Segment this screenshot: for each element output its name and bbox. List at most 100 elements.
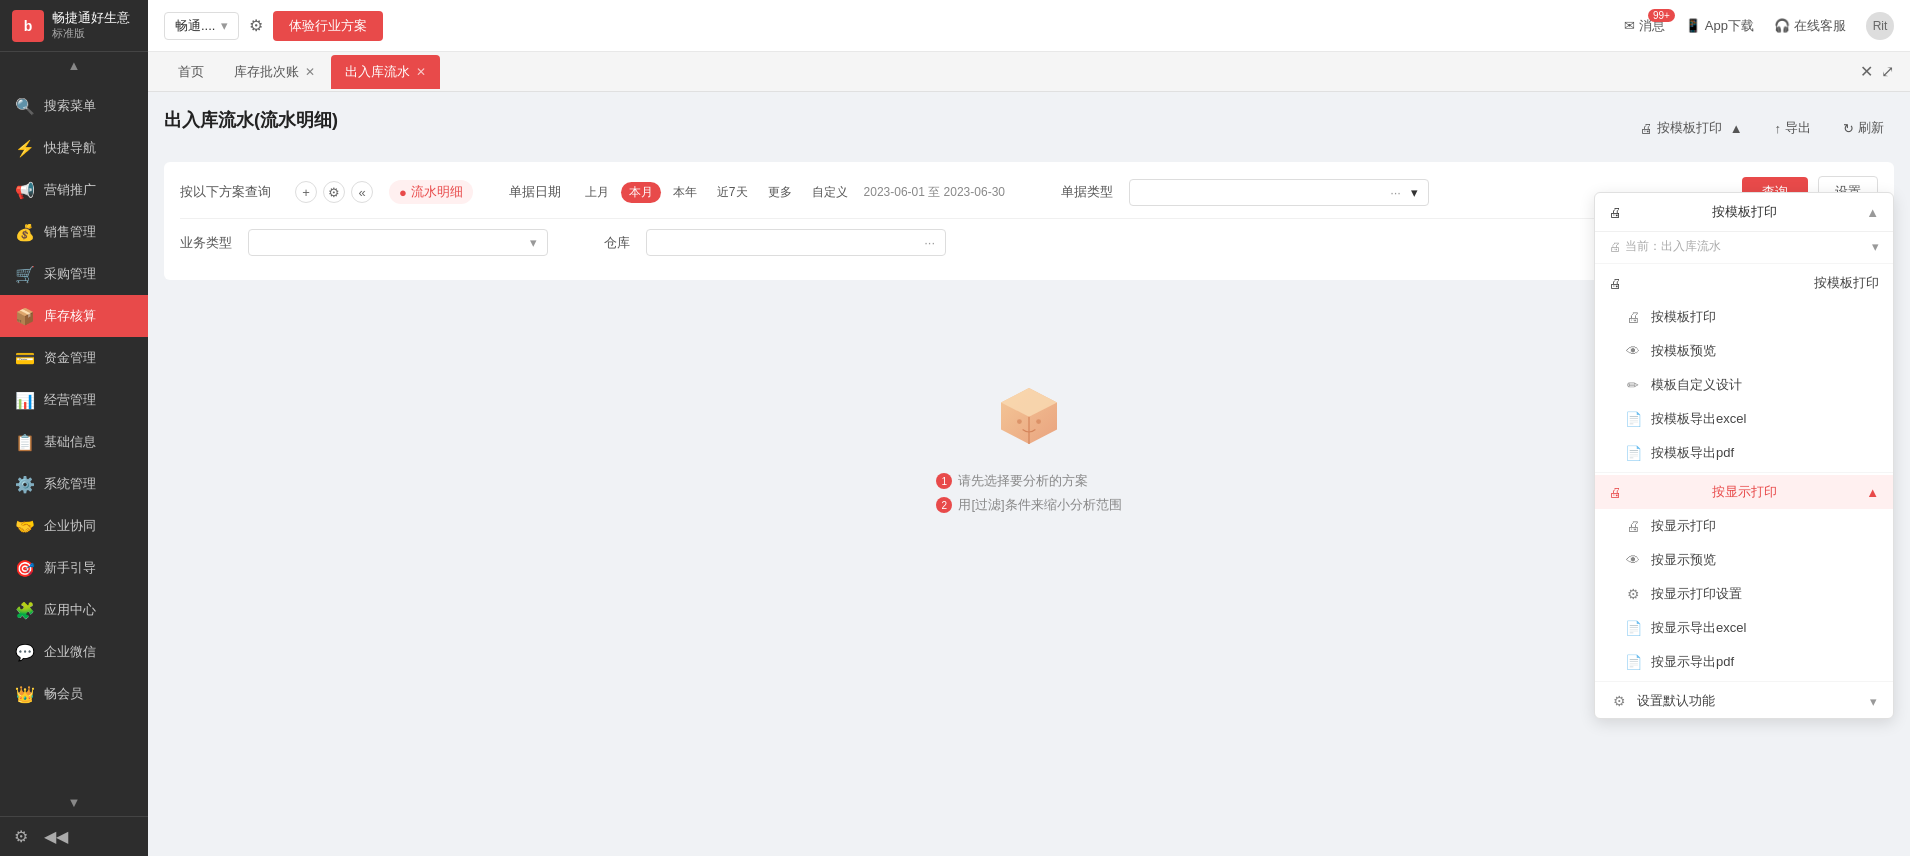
sidebar-item-guide[interactable]: 🎯 新手引导 [0, 547, 148, 589]
doc-type-label: 单据类型 [1061, 183, 1113, 201]
export-icon: ↑ [1775, 121, 1782, 136]
sidebar-item-wechat[interactable]: 💬 企业微信 [0, 631, 148, 673]
empty-tip-2: 2 用[过滤]条件来缩小分析范围 [936, 496, 1121, 514]
sidebar-item-operations[interactable]: 📊 经营管理 [0, 379, 148, 421]
finance-icon: 💳 [14, 347, 36, 369]
close-all-tabs-button[interactable]: ✕ [1860, 62, 1873, 81]
date-tab-more[interactable]: 更多 [760, 182, 800, 203]
trial-button[interactable]: 体验行业方案 [273, 11, 383, 41]
display-print-group-header[interactable]: 🖨 按显示打印 ▲ [1595, 475, 1893, 509]
message-badge: 99+ [1648, 9, 1675, 22]
topbar: 畅通.... ▾ ⚙ 体验行业方案 ✉ 消息 99+ 📱 App下载 🎧 在线客… [148, 0, 1910, 52]
date-tab-last-month[interactable]: 上月 [577, 182, 617, 203]
display-print-settings-item[interactable]: ⚙ 按显示打印设置 [1595, 577, 1893, 611]
system-icon: ⚙️ [14, 473, 36, 495]
filter-tag[interactable]: ● 流水明细 [389, 180, 473, 204]
default-settings-arrow: ▾ [1870, 694, 1877, 709]
tab-flow[interactable]: 出入库流水 ✕ [331, 55, 440, 89]
empty-tip-1: 1 请先选择要分析的方案 [936, 472, 1121, 490]
collapse-sidebar-icon[interactable]: ◀◀ [44, 827, 68, 846]
tab-batch-close[interactable]: ✕ [305, 65, 315, 79]
template-print-group-header[interactable]: 🖨 按模板打印 [1595, 266, 1893, 300]
filter-tag-label: 流水明细 [411, 183, 463, 201]
sidebar-item-system[interactable]: ⚙️ 系统管理 [0, 463, 148, 505]
sidebar-item-purchase[interactable]: 🛒 采购管理 [0, 253, 148, 295]
default-settings-icon: ⚙ [1611, 693, 1627, 709]
sidebar-item-quicknav[interactable]: ⚡ 快捷导航 [0, 127, 148, 169]
warehouse-select[interactable]: ··· [646, 229, 946, 256]
display-preview-icon: 👁 [1625, 552, 1641, 568]
date-tab-current-year[interactable]: 本年 [665, 182, 705, 203]
display-export-excel-icon: 📄 [1625, 620, 1641, 636]
user-selector[interactable]: 畅通.... ▾ [164, 12, 239, 40]
sidebar-item-members[interactable]: 👑 畅会员 [0, 673, 148, 715]
search-icon: 🔍 [14, 95, 36, 117]
tab-home[interactable]: 首页 [164, 55, 218, 89]
display-export-excel-item[interactable]: 📄 按显示导出excel [1595, 611, 1893, 645]
collapse-filter-button[interactable]: « [351, 181, 373, 203]
tab-flow-close[interactable]: ✕ [416, 65, 426, 79]
quicknav-icon: ⚡ [14, 137, 36, 159]
sidebar-item-inventory[interactable]: 📦 库存核算 [0, 295, 148, 337]
topbar-gear-icon[interactable]: ⚙ [249, 16, 263, 35]
sidebar-item-cooperation[interactable]: 🤝 企业协同 [0, 505, 148, 547]
sidebar-scroll-down[interactable]: ▼ [0, 789, 148, 816]
default-settings-item[interactable]: ⚙ 设置默认功能 ▾ [1595, 684, 1893, 718]
template-print-item-icon: 🖨 [1625, 309, 1641, 325]
dropdown-collapse-icon[interactable]: ▲ [1866, 205, 1879, 220]
sidebar-scroll-up[interactable]: ▲ [0, 52, 148, 79]
business-type-select[interactable]: ▾ [248, 229, 548, 256]
add-filter-button[interactable]: + [295, 181, 317, 203]
sidebar-item-marketing[interactable]: 📢 营销推广 [0, 169, 148, 211]
sidebar-item-finance[interactable]: 💳 资金管理 [0, 337, 148, 379]
topbar-right: ✉ 消息 99+ 📱 App下载 🎧 在线客服 Rit [1624, 12, 1894, 40]
dropdown-printer-icon: 🖨 [1609, 205, 1622, 220]
purchase-icon: 🛒 [14, 263, 36, 285]
sidebar-item-sales[interactable]: 💰 销售管理 [0, 211, 148, 253]
print-dropdown-panel: 🖨 按模板打印 ▲ 🖨 当前：出入库流水 ▾ 🖨 按模板打印 [1594, 192, 1894, 719]
tab-batch[interactable]: 库存批次账 ✕ [220, 55, 329, 89]
sidebar-nav: 🔍 搜索菜单 ⚡ 快捷导航 📢 营销推广 💰 销售管理 🛒 采购管理 📦 [0, 79, 148, 789]
date-tab-current-month[interactable]: 本月 [621, 182, 661, 203]
template-customize-item[interactable]: ✏ 模板自定义设计 [1595, 368, 1893, 402]
doc-type-select[interactable]: ··· ▾ [1129, 179, 1429, 206]
date-label: 单据日期 [509, 183, 561, 201]
current-item-icon: 🖨 [1609, 240, 1621, 254]
filter-settings-button[interactable]: ⚙ [323, 181, 345, 203]
print-template-button[interactable]: 🖨 按模板打印 ▲ [1630, 114, 1753, 142]
empty-icon [989, 372, 1069, 452]
svg-point-4 [1036, 419, 1041, 424]
sidebar-item-search[interactable]: 🔍 搜索菜单 [0, 85, 148, 127]
app-download-button[interactable]: 📱 App下载 [1685, 17, 1754, 35]
dropdown-header: 🖨 按模板打印 ▲ [1595, 193, 1893, 232]
apps-icon: 🧩 [14, 599, 36, 621]
export-button[interactable]: ↑ 导出 [1765, 114, 1822, 142]
display-preview-item[interactable]: 👁 按显示预览 [1595, 543, 1893, 577]
template-preview-item[interactable]: 👁 按模板预览 [1595, 334, 1893, 368]
display-print-item[interactable]: 🖨 按显示打印 [1595, 509, 1893, 543]
wechat-icon: 💬 [14, 641, 36, 663]
message-button[interactable]: ✉ 消息 99+ [1624, 17, 1665, 35]
refresh-button[interactable]: ↻ 刷新 [1833, 114, 1894, 142]
sidebar-item-apps[interactable]: 🧩 应用中心 [0, 589, 148, 631]
date-tabs: 上月 本月 本年 近7天 更多 自定义 2023-06-01 至 2023-06… [577, 182, 1005, 203]
maximize-button[interactable]: ⤢ [1881, 62, 1894, 81]
display-export-pdf-icon: 📄 [1625, 654, 1641, 670]
date-tab-last-7-days[interactable]: 近7天 [709, 182, 756, 203]
template-export-excel-item[interactable]: 📄 按模板导出excel [1595, 402, 1893, 436]
date-tab-custom[interactable]: 自定义 [804, 182, 856, 203]
sidebar-item-basic[interactable]: 📋 基础信息 [0, 421, 148, 463]
warehouse-more-icon: ··· [924, 235, 935, 250]
display-print-group-icon: 🖨 [1609, 485, 1622, 500]
display-export-pdf-item[interactable]: 📄 按显示导出pdf [1595, 645, 1893, 679]
avatar[interactable]: Rit [1866, 12, 1894, 40]
template-export-pdf-item[interactable]: 📄 按模板导出pdf [1595, 436, 1893, 470]
settings-icon[interactable]: ⚙ [14, 827, 28, 846]
content-area: 出入库流水(流水明细) 🖨 按模板打印 ▲ ↑ 导出 ↻ 刷新 [148, 92, 1910, 856]
page-title: 出入库流水(流水明细) [164, 108, 338, 132]
template-print-item[interactable]: 🖨 按模板打印 [1595, 300, 1893, 334]
online-service-button[interactable]: 🎧 在线客服 [1774, 17, 1846, 35]
marketing-icon: 📢 [14, 179, 36, 201]
dropdown-current-item: 🖨 当前：出入库流水 ▾ [1595, 232, 1893, 261]
print-dropdown-arrow: ▲ [1730, 121, 1743, 136]
